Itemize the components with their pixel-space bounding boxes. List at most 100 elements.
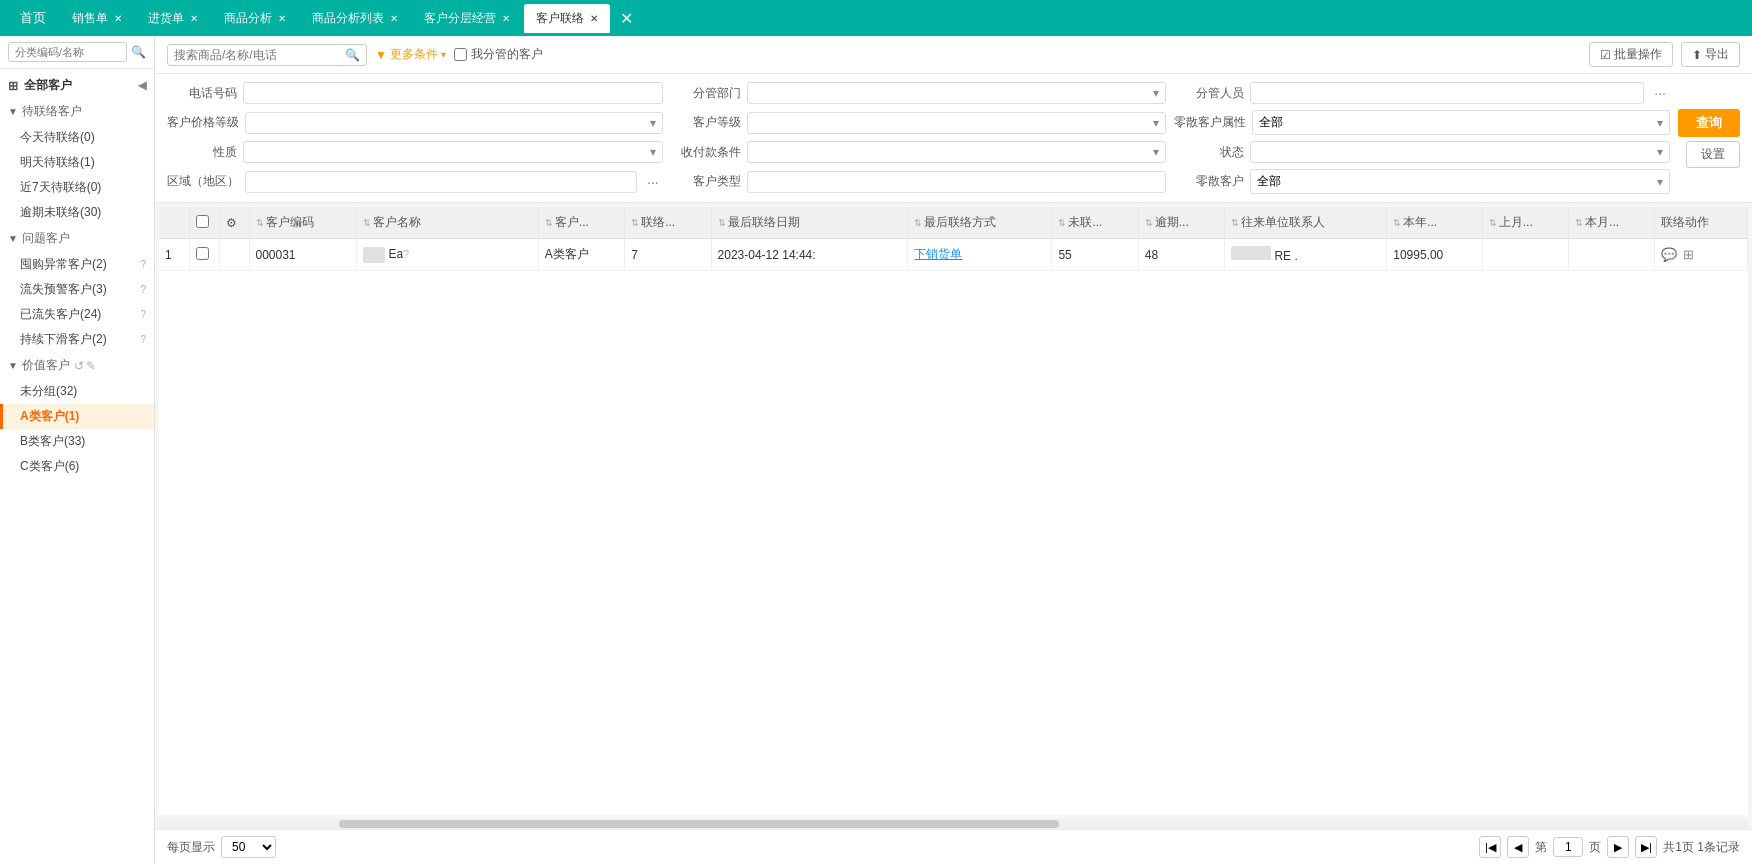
sort-icon-this-month: ⇅: [1575, 218, 1583, 228]
page-number-input[interactable]: [1553, 837, 1583, 857]
row-checkbox[interactable]: [196, 247, 209, 260]
help-icon-declining: ?: [140, 334, 146, 345]
region-dots-button[interactable]: ···: [643, 174, 663, 190]
status-select[interactable]: ▾: [1250, 141, 1670, 163]
filter-icon: ▼: [375, 48, 387, 62]
retail-label: 零散客户: [1174, 173, 1244, 190]
top-navigation: 首页 销售单 ✕ 进货单 ✕ 商品分析 ✕ 商品分析列表 ✕ 客户分层经营 ✕ …: [0, 0, 1752, 36]
arrow-down-icon: ▼: [8, 106, 18, 117]
sidebar-item-churned[interactable]: 已流失客户(24) ?: [0, 302, 154, 327]
filter-row-4: 区域（地区） ··· 客户类型 零散客户 全部 ▾: [167, 169, 1670, 194]
filter-cell-status: 状态 ▾: [1174, 141, 1670, 163]
col-action: 联络动作: [1655, 207, 1748, 239]
close-tab-sales-order[interactable]: ✕: [114, 13, 122, 24]
nature-select[interactable]: ▾: [243, 141, 663, 163]
scrollbar-thumb[interactable]: [339, 820, 1059, 828]
tab-sales-order[interactable]: 销售单 ✕: [60, 4, 134, 33]
search-icon[interactable]: 🔍: [345, 48, 360, 62]
next-page-button[interactable]: ▶: [1607, 836, 1629, 858]
filter-search-input[interactable]: [174, 48, 345, 62]
filter-cell-payment: 收付款条件 ▾: [671, 141, 1167, 163]
settings-button[interactable]: 设置: [1686, 141, 1740, 168]
sidebar-collapse-button[interactable]: ◀: [138, 79, 146, 92]
sidebar-item-class-b[interactable]: B类客户(33): [0, 429, 154, 454]
help-icon-churned: ?: [140, 309, 146, 320]
filter-my-customers[interactable]: 我分管的客户: [454, 46, 543, 63]
sidebar-search-icon[interactable]: 🔍: [131, 45, 146, 59]
sidebar-item-tomorrow-contact[interactable]: 明天待联络(1): [0, 150, 154, 175]
pagination-right: |◀ ◀ 第 页 ▶ ▶| 共1页 1条记录: [1479, 836, 1740, 858]
nature-label: 性质: [167, 144, 237, 161]
close-tab-product-analysis[interactable]: ✕: [278, 13, 286, 24]
sidebar-item-churn-warning[interactable]: 流失预警客户(3) ?: [0, 277, 154, 302]
region-input[interactable]: [245, 171, 637, 193]
select-all-checkbox[interactable]: [196, 215, 209, 228]
sidebar-section-pending-contact[interactable]: ▼ 待联络客户: [0, 98, 154, 125]
sidebar-section-problem-customers[interactable]: ▼ 问题客户: [0, 225, 154, 252]
sidebar-item-today-contact[interactable]: 今天待联络(0): [0, 125, 154, 150]
retail-attr-select[interactable]: 全部 ▾: [1252, 110, 1670, 135]
tab-product-analysis[interactable]: 商品分析 ✕: [212, 4, 298, 33]
tab-customer-segment[interactable]: 客户分层经营 ✕: [412, 4, 522, 33]
close-tab-product-analysis-list[interactable]: ✕: [390, 13, 398, 24]
message-icon[interactable]: 💬: [1661, 247, 1677, 262]
nav-home[interactable]: 首页: [8, 3, 58, 33]
sidebar-section-value-customers[interactable]: ▼ 价值客户 ↺ ✎: [0, 352, 154, 379]
sidebar-item-7day-contact[interactable]: 近7天待联络(0): [0, 175, 154, 200]
chevron-down-icon-nature: ▾: [650, 145, 656, 159]
name-avatar: [363, 247, 385, 263]
col-last-contact-method: ⇅最后联络方式: [908, 207, 1052, 239]
sort-icon-unit: ⇅: [1231, 218, 1239, 228]
retail-select[interactable]: 全部 ▾: [1250, 169, 1670, 194]
sidebar-item-hoarding-customers[interactable]: 囤购异常客户(2) ?: [0, 252, 154, 277]
manager-dots-button[interactable]: ···: [1650, 85, 1670, 101]
sidebar-item-class-a[interactable]: A类客户(1): [0, 404, 154, 429]
close-tab-purchase-order[interactable]: ✕: [190, 13, 198, 24]
edit-icon[interactable]: ✎: [86, 359, 96, 373]
col-this-month: ⇅本月...: [1569, 207, 1655, 239]
filter-more-button[interactable]: ▼ 更多条件 ▾: [375, 46, 446, 63]
first-page-button[interactable]: |◀: [1479, 836, 1501, 858]
last-page-button[interactable]: ▶|: [1635, 836, 1657, 858]
qr-icon[interactable]: ⊞: [1683, 247, 1694, 262]
tab-customer-contact[interactable]: 客户联络 ✕: [524, 4, 610, 33]
customer-type-input[interactable]: [747, 171, 1167, 193]
dept-select[interactable]: ▾: [747, 82, 1167, 104]
manager-label: 分管人员: [1174, 85, 1244, 102]
sidebar-item-unclassified[interactable]: 未分组(32): [0, 379, 154, 404]
cell-row-settings: [219, 239, 249, 271]
filter-cell-customer-level: 客户等级 ▾: [671, 112, 1167, 134]
help-icon-hoarding: ?: [140, 259, 146, 270]
my-customers-checkbox[interactable]: [454, 48, 467, 61]
payment-select[interactable]: ▾: [747, 141, 1167, 163]
page-size-select[interactable]: 50 100 200: [221, 836, 276, 858]
sidebar-item-declining[interactable]: 持续下滑客户(2) ?: [0, 327, 154, 352]
close-tab-customer-segment[interactable]: ✕: [502, 13, 510, 24]
manager-input[interactable]: [1250, 82, 1644, 104]
tab-product-analysis-list[interactable]: 商品分析列表 ✕: [300, 4, 410, 33]
batch-operation-button[interactable]: ☑ 批量操作: [1589, 42, 1673, 67]
prev-page-button[interactable]: ◀: [1507, 836, 1529, 858]
sidebar-search-input[interactable]: [8, 42, 127, 62]
refresh-icon[interactable]: ↺: [74, 359, 84, 373]
data-table-container: ⚙ ⇅客户编码 ⇅客户名称 ⇅客户... ⇅联络...: [159, 207, 1748, 815]
sort-icon-name: ⇅: [363, 218, 371, 228]
window-close-button[interactable]: ✕: [612, 5, 641, 32]
sidebar-item-overdue-contact[interactable]: 逾期未联络(30): [0, 200, 154, 225]
sidebar-item-class-c[interactable]: C类客户(6): [0, 454, 154, 479]
horizontal-scrollbar[interactable]: [159, 819, 1748, 829]
col-settings[interactable]: ⚙: [219, 207, 249, 239]
dept-label: 分管部门: [671, 85, 741, 102]
filter-row-3: 性质 ▾ 收付款条件 ▾: [167, 141, 1670, 163]
arrow-down-icon-2: ▼: [8, 233, 18, 244]
export-button[interactable]: ⬆ 导出: [1681, 42, 1740, 67]
tab-purchase-order[interactable]: 进货单 ✕: [136, 4, 210, 33]
payment-label: 收付款条件: [671, 144, 741, 161]
close-tab-customer-contact[interactable]: ✕: [590, 13, 598, 24]
price-level-select[interactable]: ▾: [245, 112, 663, 134]
last-method-link[interactable]: 下销货单: [914, 247, 962, 261]
query-button[interactable]: 查询: [1678, 109, 1740, 137]
main-layout: 🔍 ⊞ 全部客户 ◀ ▼ 待联络客户 今天待联络(0) 明天待联络(1) 近7天…: [0, 36, 1752, 864]
customer-level-select[interactable]: ▾: [747, 112, 1167, 134]
phone-input[interactable]: [243, 82, 663, 104]
